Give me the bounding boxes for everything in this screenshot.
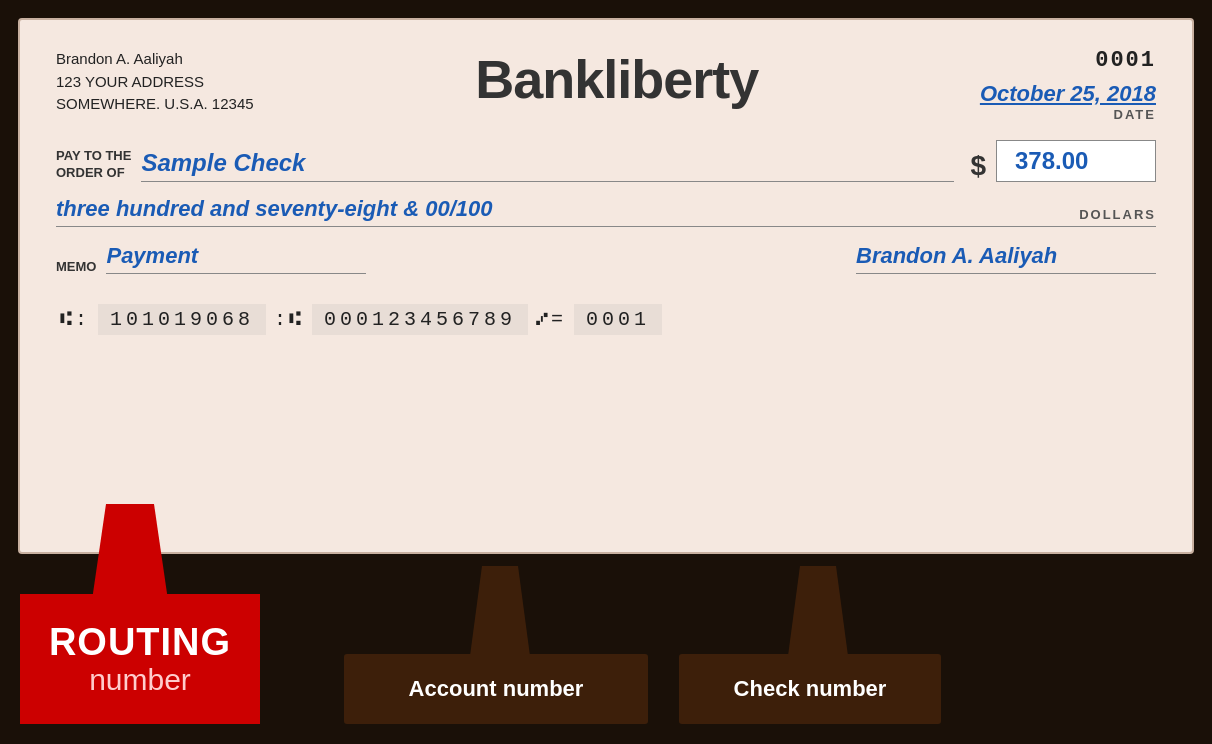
micr-routing: 101019068 <box>98 304 266 335</box>
check-date: October 25, 2018 <box>980 81 1156 107</box>
amount-value: 378.00 <box>1015 147 1088 174</box>
micr-sep-mid: :⑆ <box>270 308 308 331</box>
date-label: DATE <box>1114 107 1156 122</box>
account-holder-address1: 123 YOUR ADDRESS <box>56 71 254 94</box>
dollar-sign: $ <box>970 150 986 182</box>
routing-top-text: ROUTING <box>49 622 231 664</box>
account-number-label: Account number <box>344 654 648 724</box>
micr-check: 0001 <box>574 304 662 335</box>
memo-value: Payment <box>106 243 198 268</box>
routing-bottom-text: number <box>89 663 191 696</box>
micr-account: 000123456789 <box>312 304 528 335</box>
payee-name: Sample Check <box>141 149 305 176</box>
account-holder-address2: SOMEWHERE. U.S.A. 12345 <box>56 93 254 116</box>
memo-label: MEMO <box>56 259 96 274</box>
account-holder-info: Brandon A. Aaliyah 123 YOUR ADDRESS SOME… <box>56 48 254 116</box>
amount-words: three hundred and seventy-eight & 00/100 <box>56 196 492 222</box>
bank-name: Bankliberty <box>274 48 960 110</box>
micr-sep-right: ⑇= <box>532 308 570 331</box>
dollars-label: DOLLARS <box>1079 207 1156 222</box>
routing-label: ROUTING number <box>20 594 260 724</box>
pay-to-label: PAY TO THEORDER OF <box>56 148 131 182</box>
micr-line: ⑆: 101019068 :⑆ 000123456789 ⑇= 0001 <box>56 304 1156 335</box>
micr-sep-left: ⑆: <box>56 308 94 331</box>
check-number-label: Check number <box>679 654 941 724</box>
check-document: Brandon A. Aaliyah 123 YOUR ADDRESS SOME… <box>18 18 1194 554</box>
check-number-text: Check number <box>734 676 887 702</box>
check-number-top: 0001 <box>1095 48 1156 73</box>
amount-box: 378.00 <box>996 140 1156 182</box>
signature-value: Brandon A. Aaliyah <box>856 243 1057 268</box>
account-number-text: Account number <box>409 676 584 702</box>
bottom-labels-area: ROUTING number Account number Check numb… <box>0 554 1212 744</box>
account-holder-name: Brandon A. Aaliyah <box>56 48 254 71</box>
